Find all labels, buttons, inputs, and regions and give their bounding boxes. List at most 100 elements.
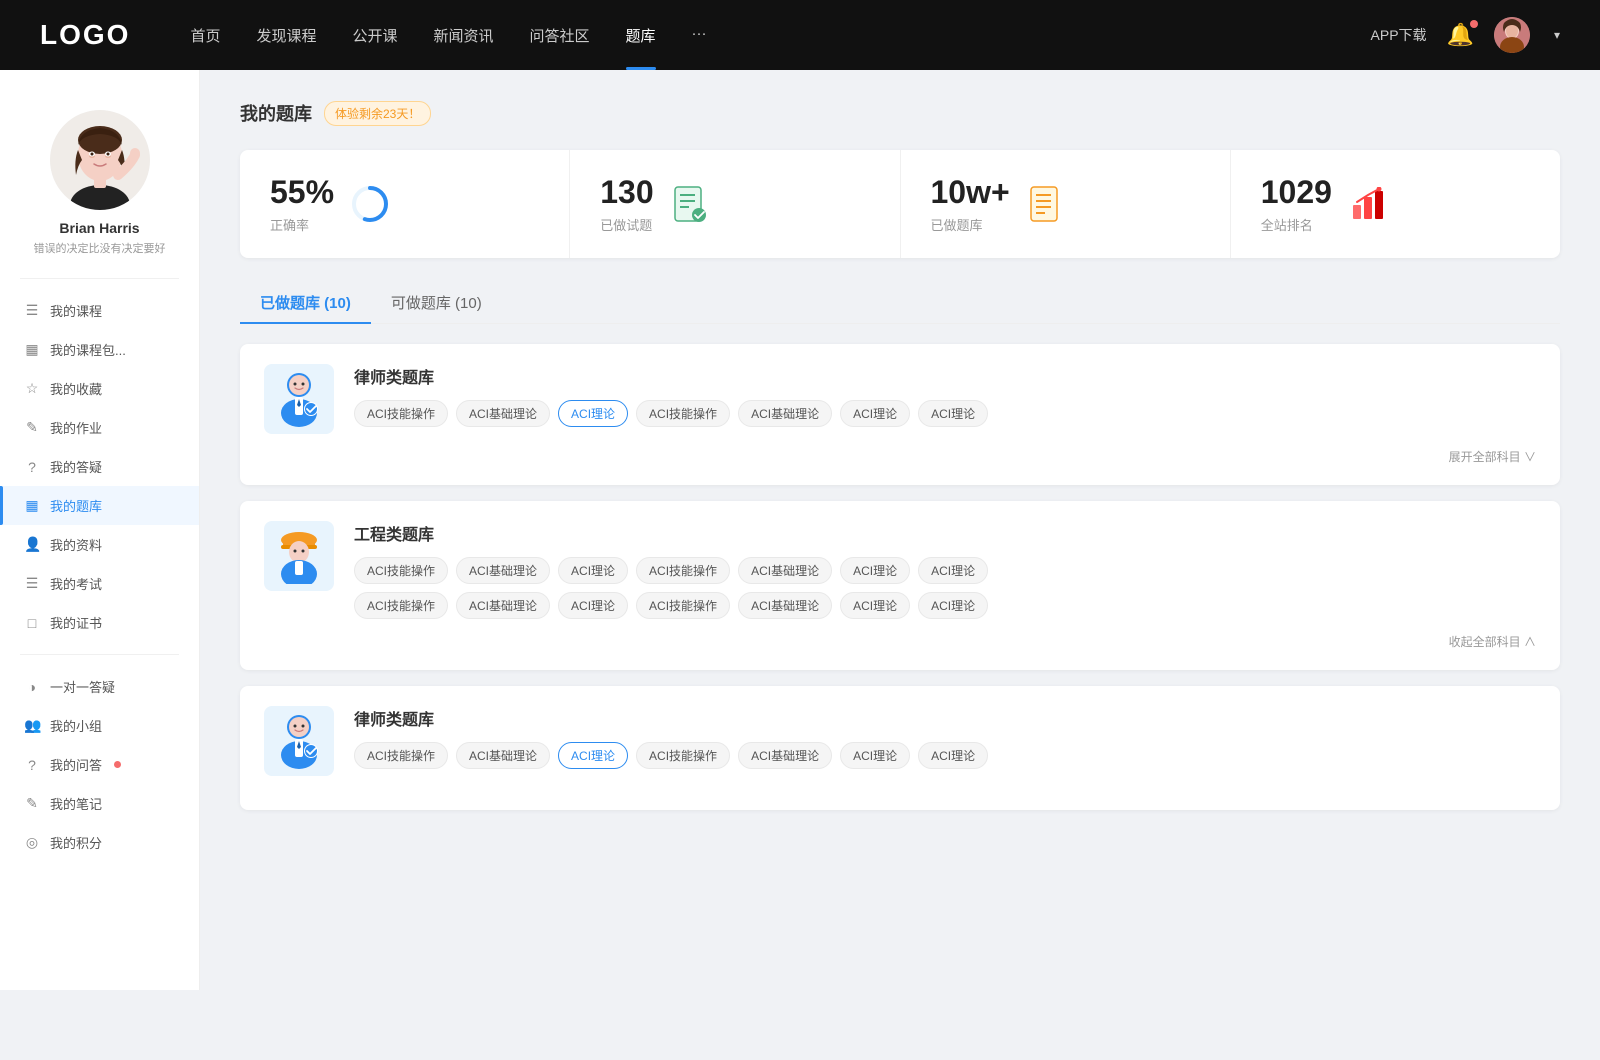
nav-home[interactable]: 首页	[190, 25, 220, 46]
tag-2-r2-5[interactable]: ACI理论	[840, 592, 910, 619]
profile-avatar	[50, 110, 150, 210]
tag-2-6[interactable]: ACI理论	[918, 557, 988, 584]
tag-1-5[interactable]: ACI理论	[840, 400, 910, 427]
tag-2-r2-0[interactable]: ACI技能操作	[354, 592, 448, 619]
notes-icon: ✎	[24, 795, 40, 812]
main-content: 我的题库 体验剩余23天！ 55% 正确率	[200, 70, 1600, 990]
sidebar-item-one-on-one[interactable]: ◑ 一对一答疑	[0, 667, 199, 706]
tag-1-0[interactable]: ACI技能操作	[354, 400, 448, 427]
stat-questions-text: 130 已做试题	[600, 174, 653, 234]
qbank-title-3: 律师类题库	[354, 706, 988, 730]
tag-2-0[interactable]: ACI技能操作	[354, 557, 448, 584]
banks-icon	[1026, 184, 1066, 224]
avatar[interactable]	[1494, 17, 1530, 53]
nav-news[interactable]: 新闻资讯	[434, 25, 494, 46]
tag-2-2[interactable]: ACI理论	[558, 557, 628, 584]
tag-2-3[interactable]: ACI技能操作	[636, 557, 730, 584]
sidebar-item-my-notes[interactable]: ✎ 我的笔记	[0, 784, 199, 823]
sidebar-item-my-group[interactable]: 👥 我的小组	[0, 706, 199, 745]
user-menu-chevron[interactable]: ▾	[1554, 28, 1560, 42]
qbank-info-3: 律师类题库 ACI技能操作 ACI基础理论 ACI理论 ACI技能操作 ACI基…	[354, 706, 988, 769]
tag-2-r2-4[interactable]: ACI基础理论	[738, 592, 832, 619]
qbank-info-1: 律师类题库 ACI技能操作 ACI基础理论 ACI理论 ACI技能操作 ACI基…	[354, 364, 988, 427]
sidebar-item-my-exam[interactable]: ☰ 我的考试	[0, 564, 199, 603]
points-icon: ◎	[24, 834, 40, 851]
tab-done[interactable]: 已做题库 (10)	[240, 282, 371, 323]
qbank-title-2: 工程类题库	[354, 521, 988, 545]
tag-2-r2-2[interactable]: ACI理论	[558, 592, 628, 619]
nav-qbank[interactable]: 题库	[626, 25, 656, 46]
qbank-tags-3: ACI技能操作 ACI基础理论 ACI理论 ACI技能操作 ACI基础理论 AC…	[354, 742, 988, 769]
sidebar-item-my-homework[interactable]: ✎ 我的作业	[0, 408, 199, 447]
tag-1-6[interactable]: ACI理论	[918, 400, 988, 427]
profile-name: Brian Harris	[59, 220, 139, 236]
profile-avatar-svg	[50, 110, 150, 210]
trial-badge: 体验剩余23天！	[324, 101, 431, 126]
sidebar-item-my-points[interactable]: ◎ 我的积分	[0, 823, 199, 862]
page-title: 我的题库	[240, 100, 312, 126]
tag-2-4[interactable]: ACI基础理论	[738, 557, 832, 584]
exam-icon: ☰	[24, 575, 40, 592]
avatar-svg	[1494, 17, 1530, 53]
tab-todo[interactable]: 可做题库 (10)	[371, 282, 502, 323]
tag-1-4[interactable]: ACI基础理论	[738, 400, 832, 427]
rank-icon	[1348, 184, 1388, 224]
stat-rank-label: 全站排名	[1261, 215, 1332, 234]
profile-area: Brian Harris 错误的决定比没有决定要好	[0, 90, 199, 266]
stat-accuracy-text: 55% 正确率	[270, 174, 334, 234]
sidebar-item-my-question[interactable]: ? 我的问答	[0, 745, 199, 784]
favorites-icon: ☆	[24, 380, 40, 397]
sidebar-item-my-profile[interactable]: 👤 我的资料	[0, 525, 199, 564]
questions-icon	[670, 184, 710, 224]
tag-2-r2-1[interactable]: ACI基础理论	[456, 592, 550, 619]
tag-1-3[interactable]: ACI技能操作	[636, 400, 730, 427]
stat-banks-text: 10w+ 已做题库	[931, 174, 1010, 234]
sidebar-item-my-cert[interactable]: □ 我的证书	[0, 603, 199, 642]
nav-more[interactable]: ···	[692, 25, 707, 46]
nav-discover[interactable]: 发现课程	[256, 25, 316, 46]
stat-questions: 130 已做试题	[570, 150, 900, 258]
expand-btn-1[interactable]: 展开全部科目 ∨	[264, 448, 1536, 465]
sidebar-item-my-qa[interactable]: ? 我的答疑	[0, 447, 199, 486]
expand-btn-2[interactable]: 收起全部科目 ∧	[264, 633, 1536, 650]
sidebar-item-my-course[interactable]: ☰ 我的课程	[0, 291, 199, 330]
stats-row: 55% 正确率 130 已做试题	[240, 150, 1560, 258]
nav-open-course[interactable]: 公开课	[352, 25, 397, 46]
tag-3-3[interactable]: ACI技能操作	[636, 742, 730, 769]
sidebar-item-my-favorites[interactable]: ☆ 我的收藏	[0, 369, 199, 408]
tag-2-r2-3[interactable]: ACI技能操作	[636, 592, 730, 619]
tag-3-4[interactable]: ACI基础理论	[738, 742, 832, 769]
tag-3-0[interactable]: ACI技能操作	[354, 742, 448, 769]
sidebar-item-my-qbank[interactable]: ▦ 我的题库	[0, 486, 199, 525]
tag-1-2[interactable]: ACI理论	[558, 400, 628, 427]
stat-banks-value: 10w+	[931, 174, 1010, 211]
question-icon: ?	[24, 757, 40, 773]
qbank-card-lawyer-2: 律师类题库 ACI技能操作 ACI基础理论 ACI理论 ACI技能操作 ACI基…	[240, 686, 1560, 810]
homework-icon: ✎	[24, 419, 40, 436]
tag-2-1[interactable]: ACI基础理论	[456, 557, 550, 584]
one-on-one-icon: ◑	[24, 679, 40, 695]
tag-3-6[interactable]: ACI理论	[918, 742, 988, 769]
qbank-card-engineer: 工程类题库 ACI技能操作 ACI基础理论 ACI理论 ACI技能操作 ACI基…	[240, 501, 1560, 670]
qbank-tags-2-row1: ACI技能操作 ACI基础理论 ACI理论 ACI技能操作 ACI基础理论 AC…	[354, 557, 988, 584]
sidebar-divider-1	[20, 278, 179, 279]
lawyer-icon-2	[273, 713, 325, 769]
doc-green-icon	[673, 185, 707, 223]
stat-questions-label: 已做试题	[600, 215, 653, 234]
tag-2-5[interactable]: ACI理论	[840, 557, 910, 584]
tag-3-2[interactable]: ACI理论	[558, 742, 628, 769]
group-icon: 👥	[24, 717, 40, 734]
tag-3-1[interactable]: ACI基础理论	[456, 742, 550, 769]
tag-2-r2-6[interactable]: ACI理论	[918, 592, 988, 619]
nav-qa[interactable]: 问答社区	[530, 25, 590, 46]
stat-rank-value: 1029	[1261, 174, 1332, 211]
notification-dot	[1470, 20, 1478, 28]
logo: LOGO	[40, 19, 130, 51]
profile-icon: 👤	[24, 536, 40, 553]
tag-3-5[interactable]: ACI理论	[840, 742, 910, 769]
tag-1-1[interactable]: ACI基础理论	[456, 400, 550, 427]
cert-icon: □	[24, 615, 40, 631]
notification-bell[interactable]: 🔔	[1447, 22, 1474, 48]
app-download-link[interactable]: APP下载	[1371, 25, 1427, 45]
sidebar-item-my-course-pkg[interactable]: ▦ 我的课程包...	[0, 330, 199, 369]
